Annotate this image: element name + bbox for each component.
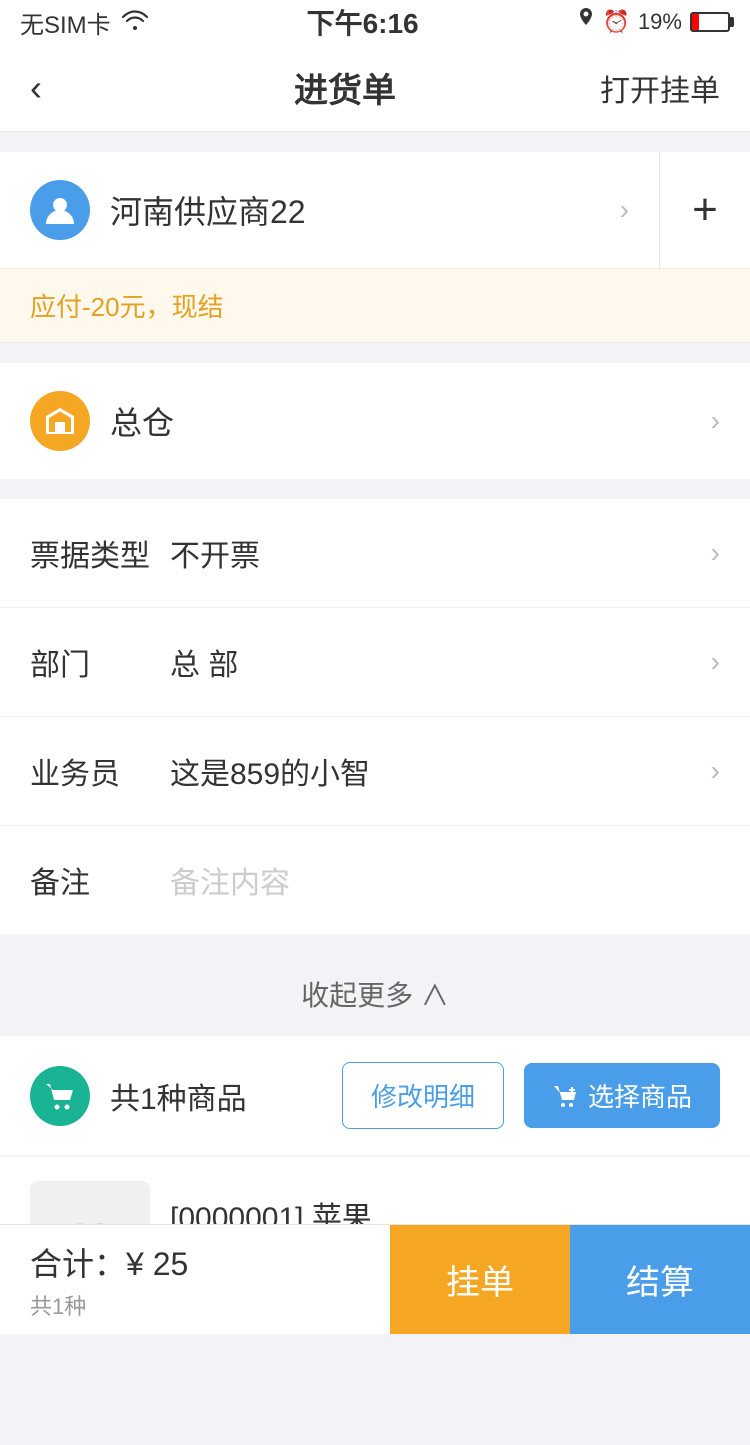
status-bar: 无SIM卡 下午6:16 ⏰ 19%	[0, 0, 750, 44]
warehouse-section[interactable]: 总仓 ›	[0, 363, 750, 479]
invoice-row[interactable]: 票据类型 不开票 ›	[0, 499, 750, 608]
total-amount: 合计：¥ 25	[30, 1239, 360, 1285]
dept-label: 部门	[30, 640, 150, 684]
location-icon	[577, 8, 595, 36]
checkout-button[interactable]: 结算	[570, 1225, 750, 1334]
dept-chevron-icon: ›	[711, 646, 720, 678]
supplier-add-button[interactable]: +	[660, 152, 750, 268]
sales-value: 这是859的小智	[150, 749, 711, 793]
products-count: 共1种商品	[110, 1074, 322, 1118]
status-right: ⏰ 19%	[577, 8, 730, 36]
invoice-value: 不开票	[150, 531, 711, 575]
invoice-label: 票据类型	[30, 531, 150, 575]
sales-label: 业务员	[30, 749, 150, 793]
supplier-avatar	[30, 180, 90, 240]
supplier-name: 河南供应商22	[110, 187, 600, 233]
chevron-right-icon: ›	[620, 194, 629, 226]
page-title: 进货单	[294, 63, 396, 112]
carrier-text: 无SIM卡	[20, 5, 111, 40]
status-left: 无SIM卡	[20, 5, 149, 40]
back-button[interactable]: ‹	[30, 67, 90, 109]
open-hang-button[interactable]: 打开挂单	[600, 66, 720, 110]
remark-input[interactable]: 备注内容	[150, 858, 720, 902]
battery-icon	[690, 12, 730, 32]
dept-value: 总 部	[150, 640, 711, 684]
collapse-bar[interactable]: 收起更多 ∧	[0, 954, 750, 1034]
remark-row[interactable]: 备注 备注内容	[0, 826, 750, 934]
status-time: 下午6:16	[307, 2, 419, 42]
remark-label: 备注	[30, 858, 150, 902]
warehouse-chevron-icon: ›	[711, 405, 720, 437]
supplier-section: 河南供应商22 › +	[0, 152, 750, 268]
sales-row[interactable]: 业务员 这是859的小智 ›	[0, 717, 750, 826]
supplier-main-row[interactable]: 河南供应商22 ›	[0, 152, 660, 268]
sales-chevron-icon: ›	[711, 755, 720, 787]
products-icon	[30, 1066, 90, 1126]
products-header: 共1种商品 修改明细 选择商品	[0, 1036, 750, 1155]
bottom-total: 合计：¥ 25 共1种	[0, 1225, 390, 1334]
total-count: 共1种	[30, 1289, 360, 1321]
warehouse-name: 总仓	[110, 398, 691, 444]
invoice-chevron-icon: ›	[711, 537, 720, 569]
select-product-label: 选择商品	[588, 1077, 692, 1114]
bottom-bar: 合计：¥ 25 共1种 挂单 结算	[0, 1224, 750, 1334]
dept-row[interactable]: 部门 总 部 ›	[0, 608, 750, 717]
form-section: 票据类型 不开票 › 部门 总 部 › 业务员 这是859的小智 › 备注 备注…	[0, 499, 750, 934]
select-product-button[interactable]: 选择商品	[524, 1063, 720, 1128]
wifi-icon	[121, 8, 149, 37]
warehouse-icon	[30, 391, 90, 451]
hang-button[interactable]: 挂单	[390, 1225, 570, 1334]
notice-bar: 应付-20元，现结	[0, 268, 750, 343]
edit-detail-button[interactable]: 修改明细	[342, 1062, 504, 1129]
section-gap-1	[0, 132, 750, 152]
alarm-icon: ⏰	[603, 9, 630, 35]
battery-percent: 19%	[638, 9, 682, 35]
nav-bar: ‹ 进货单 打开挂单	[0, 44, 750, 132]
